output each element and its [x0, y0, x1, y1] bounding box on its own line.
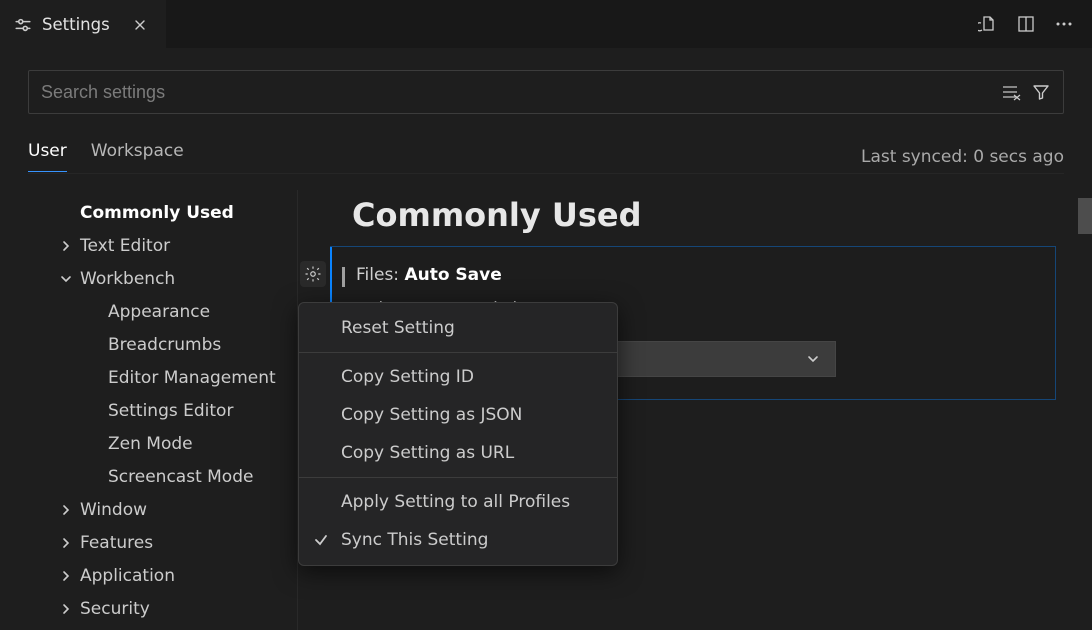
toc-item[interactable]: Workbench	[40, 262, 297, 295]
menu-item-label: Copy Setting ID	[341, 367, 474, 387]
settings-sliders-icon	[14, 16, 32, 34]
clear-search-button[interactable]	[1001, 83, 1021, 101]
chevron-down-icon	[58, 271, 74, 287]
toc-item-label: Features	[80, 533, 153, 553]
toc-item-label: Screencast Mode	[108, 467, 253, 487]
title-bar: Settings	[0, 0, 1092, 48]
menu-item[interactable]: Sync This Setting	[299, 521, 617, 559]
toc-item-label: Text Editor	[80, 236, 170, 256]
toc-item[interactable]: Appearance	[40, 295, 297, 328]
chevron-right-icon	[58, 535, 74, 551]
toc-item[interactable]: Features	[40, 526, 297, 559]
close-tab-button[interactable]	[132, 17, 148, 33]
more-actions-button[interactable]	[1054, 14, 1074, 34]
menu-item-label: Copy Setting as URL	[341, 443, 514, 463]
toc-item-label: Security	[80, 599, 150, 619]
toc-item[interactable]: Zen Mode	[40, 427, 297, 460]
toc-item-label: Workbench	[80, 269, 175, 289]
toc-item-label: Application	[80, 566, 175, 586]
toc-item[interactable]: Text Editor	[40, 229, 297, 262]
filter-settings-button[interactable]	[1031, 82, 1051, 102]
setting-gear-button[interactable]	[300, 261, 326, 287]
menu-separator	[299, 352, 617, 353]
setting-title: Files: Auto Save	[356, 265, 1033, 285]
open-settings-json-button[interactable]	[978, 14, 998, 34]
toc-item[interactable]: Window	[40, 493, 297, 526]
split-editor-button[interactable]	[1016, 14, 1036, 34]
toc-item-label: Zen Mode	[108, 434, 193, 454]
tab-title: Settings	[42, 15, 110, 34]
chevron-down-icon	[805, 351, 821, 367]
settings-toc[interactable]: Commonly Used Text Editor Workbench Appeara…	[0, 190, 298, 630]
setting-name: Auto Save	[404, 265, 501, 285]
setting-context-menu: Reset Setting Copy Setting ID Copy Setting…	[298, 302, 618, 566]
scope-tab-workspace[interactable]: Workspace	[91, 141, 184, 172]
menu-item[interactable]: Apply Setting to all Profiles	[299, 483, 617, 521]
toc-item[interactable]: Application	[40, 559, 297, 592]
toc-item-label: Appearance	[108, 302, 210, 322]
tab-settings[interactable]: Settings	[0, 0, 166, 48]
search-input[interactable]	[29, 71, 1001, 113]
modified-indicator	[342, 267, 345, 287]
sync-status: Last synced: 0 secs ago	[861, 147, 1064, 167]
toc-item[interactable]: Commonly Used	[40, 196, 297, 229]
chevron-right-icon	[58, 601, 74, 617]
toc-item[interactable]: Breadcrumbs	[40, 328, 297, 361]
toc-item-label: Window	[80, 500, 147, 520]
toc-item-label: Breadcrumbs	[108, 335, 221, 355]
toc-item-label: Editor Management	[108, 368, 276, 388]
menu-item[interactable]: Reset Setting	[299, 309, 617, 347]
check-icon	[313, 532, 329, 548]
chevron-right-icon	[58, 568, 74, 584]
scope-tabs: User Workspace	[28, 141, 184, 172]
menu-item[interactable]: Copy Setting as URL	[299, 434, 617, 472]
toc-item[interactable]: Screencast Mode	[40, 460, 297, 493]
menu-item-label: Apply Setting to all Profiles	[341, 492, 570, 512]
section-title: Commonly Used	[352, 196, 1092, 234]
chevron-right-icon	[58, 238, 74, 254]
setting-scope-label: Files:	[356, 265, 399, 285]
scope-row: User Workspace Last synced: 0 secs ago	[28, 140, 1064, 174]
toc-item[interactable]: Editor Management	[40, 361, 297, 394]
scope-tab-user[interactable]: User	[28, 141, 67, 172]
menu-item[interactable]: Copy Setting as JSON	[299, 396, 617, 434]
toc-item-label: Commonly Used	[80, 203, 234, 223]
menu-item-label: Sync This Setting	[341, 530, 488, 550]
scrollbar-thumb[interactable]	[1078, 198, 1092, 234]
toc-item[interactable]: Settings Editor	[40, 394, 297, 427]
menu-item[interactable]: Copy Setting ID	[299, 358, 617, 396]
search-actions	[1001, 82, 1063, 102]
search-settings	[28, 70, 1064, 114]
menu-item-label: Copy Setting as JSON	[341, 405, 522, 425]
menu-separator	[299, 477, 617, 478]
title-bar-actions	[978, 14, 1092, 34]
toc-item[interactable]: Security	[40, 592, 297, 625]
chevron-right-icon	[58, 502, 74, 518]
toc-item-label: Settings Editor	[108, 401, 233, 421]
menu-item-label: Reset Setting	[341, 318, 455, 338]
